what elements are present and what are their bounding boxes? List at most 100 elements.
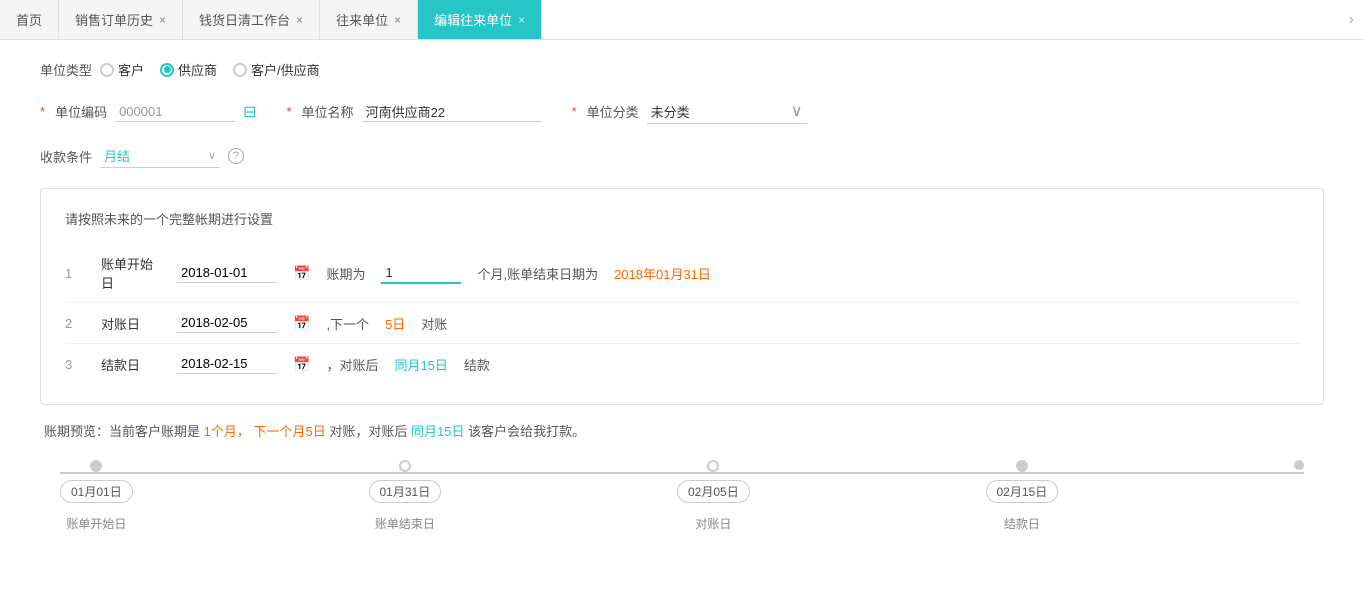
- timeline-dot-reconcile: [707, 460, 719, 472]
- name-label: 单位名称: [302, 102, 354, 121]
- radio-supplier-label: 供应商: [178, 60, 217, 79]
- period-date-input-1[interactable]: [177, 263, 277, 283]
- period-desc-2: ,下一个: [326, 314, 369, 333]
- payment-value: 月结: [104, 146, 202, 165]
- payment-chevron-icon: ∨: [208, 149, 216, 162]
- preview-part1: 1个月，: [204, 424, 250, 439]
- calendar-icon-2[interactable]: 📅: [293, 315, 310, 332]
- classify-select[interactable]: 未分类 ∨: [647, 99, 807, 124]
- unit-type-row: 单位类型 客户 供应商 客户/供应商: [40, 60, 1324, 79]
- radio-both-label: 客户/供应商: [251, 60, 320, 79]
- calendar-icon-3[interactable]: 📅: [293, 356, 310, 373]
- preview-suffix: 该客户会给我打款。: [468, 424, 585, 439]
- period-row-3: 3 结款日 📅 ，对账后 同月15日 结款: [65, 344, 1299, 384]
- timeline-badge-end-bill: 01月31日: [369, 480, 442, 503]
- name-input[interactable]: [362, 102, 542, 122]
- period-num-3: 3: [65, 357, 85, 372]
- unit-type-group: 单位类型 客户 供应商 客户/供应商: [40, 60, 320, 79]
- close-sales-history-icon[interactable]: ×: [159, 13, 166, 27]
- timeline-point-start: 01月01日 账单开始日: [60, 460, 133, 532]
- timeline-badge-reconcile: 02月05日: [677, 480, 750, 503]
- period-date-input-3[interactable]: [177, 354, 277, 374]
- tab-sales-history[interactable]: 销售订单历史 ×: [59, 0, 183, 39]
- period-label-2: 对账日: [101, 314, 161, 333]
- tab-expand-button[interactable]: ›: [1339, 0, 1364, 39]
- timeline-point-reconcile: 02月05日 对账日: [677, 460, 750, 532]
- tab-edit-partner-label: 编辑往来单位: [434, 10, 512, 29]
- help-icon[interactable]: ?: [228, 148, 244, 164]
- period-num-1: 1: [65, 266, 85, 281]
- period-end-date-1: 2018年01月31日: [614, 264, 711, 283]
- tab-edit-partner[interactable]: 编辑往来单位 ×: [418, 0, 542, 39]
- tab-bar: 首页 销售订单历史 × 钱货日清工作台 × 往来单位 × 编辑往来单位 × ›: [0, 0, 1364, 40]
- preview-prefix: 账期预览：当前客户账期是: [44, 424, 200, 439]
- payment-row: 收款条件 月结 ∨ ?: [40, 144, 1324, 168]
- period-row-2: 2 对账日 📅 ,下一个 5日 对账: [65, 303, 1299, 344]
- code-required-star: *: [40, 104, 45, 119]
- name-required-star: *: [286, 104, 291, 119]
- classify-label: 单位分类: [587, 102, 639, 121]
- period-desc2-3: 结款: [464, 355, 490, 374]
- tab-sales-history-label: 销售订单历史: [75, 10, 153, 29]
- name-group: * 单位名称: [286, 102, 541, 122]
- period-date-input-2[interactable]: [177, 313, 277, 333]
- close-partner-icon[interactable]: ×: [394, 13, 401, 27]
- period-desc-suffix-1: 个月,账单结束日期为: [477, 264, 598, 283]
- code-label: 单位编码: [55, 102, 107, 121]
- preview-section: 账期预览：当前客户账期是 1个月， 下一个月5日 对账，对账后 同月15日 该客…: [40, 421, 1324, 440]
- timeline-label-end-bill: 账单结束日: [375, 515, 435, 532]
- radio-supplier[interactable]: 供应商: [160, 60, 217, 79]
- payment-group: 收款条件 月结 ∨ ?: [40, 144, 244, 168]
- radio-both[interactable]: 客户/供应商: [233, 60, 320, 79]
- period-desc2-2: 对账: [421, 314, 447, 333]
- timeline-point-end-bill: 01月31日 账单结束日: [369, 460, 442, 532]
- timeline-label-payment: 结款日: [1004, 515, 1040, 532]
- timeline-badge-start: 01月01日: [60, 480, 133, 503]
- timeline-dot-payment: [1016, 460, 1028, 472]
- payment-select[interactable]: 月结 ∨: [100, 144, 220, 168]
- unit-type-radio-group: 客户 供应商 客户/供应商: [100, 60, 320, 79]
- timeline-end-dot: [1294, 460, 1304, 470]
- classify-chevron-icon: ∨: [791, 101, 803, 121]
- period-label-1: 账单开始日: [101, 254, 161, 292]
- radio-supplier-circle: [160, 63, 174, 77]
- period-desc-prefix-1: 账期为: [326, 264, 365, 283]
- timeline-badge-payment: 02月15日: [986, 480, 1059, 503]
- timeline-point-payment: 02月15日 结款日: [986, 460, 1059, 532]
- unit-type-label: 单位类型: [40, 60, 92, 79]
- calendar-icon-1[interactable]: 📅: [293, 265, 310, 282]
- preview-part2: 下一个月5日: [254, 424, 326, 439]
- tab-cash-work-label: 钱货日清工作台: [199, 10, 290, 29]
- radio-both-circle: [233, 63, 247, 77]
- close-cash-work-icon[interactable]: ×: [296, 13, 303, 27]
- tab-cash-work[interactable]: 钱货日清工作台 ×: [183, 0, 320, 39]
- preview-middle: 对账，对账后: [329, 424, 407, 439]
- timeline-label-reconcile: 对账日: [695, 515, 731, 532]
- timeline-dot-end-bill: [399, 460, 411, 472]
- code-input[interactable]: [115, 102, 235, 122]
- tab-home[interactable]: 首页: [0, 0, 59, 39]
- period-num-2: 2: [65, 316, 85, 331]
- code-name-row: * 单位编码 ⊟ * 单位名称 * 单位分类 未分类 ∨: [40, 99, 1324, 124]
- radio-customer-circle: [100, 63, 114, 77]
- radio-customer[interactable]: 客户: [100, 60, 144, 79]
- period-months-input[interactable]: [381, 263, 461, 284]
- radio-customer-label: 客户: [118, 60, 144, 79]
- tab-partner[interactable]: 往来单位 ×: [320, 0, 418, 39]
- timeline: 01月01日 账单开始日 01月31日 账单结束日 02月05日 对账日 02月…: [40, 460, 1324, 532]
- tab-partner-label: 往来单位: [336, 10, 388, 29]
- timeline-dot-start: [90, 460, 102, 472]
- timeline-points: 01月01日 账单开始日 01月31日 账单结束日 02月05日 对账日 02月…: [60, 460, 1304, 532]
- payment-label: 收款条件: [40, 147, 92, 166]
- close-edit-partner-icon[interactable]: ×: [518, 13, 525, 27]
- period-title: 请按照未来的一个完整帐期进行设置: [65, 209, 1299, 228]
- copy-icon[interactable]: ⊟: [243, 102, 256, 122]
- period-desc-3: ，对账后: [326, 355, 378, 374]
- period-label-3: 结款日: [101, 355, 161, 374]
- classify-value: 未分类: [651, 102, 785, 121]
- preview-part3: 同月15日: [411, 424, 464, 439]
- classify-required-star: *: [572, 104, 577, 119]
- period-box: 请按照未来的一个完整帐期进行设置 1 账单开始日 📅 账期为 个月,账单结束日期…: [40, 188, 1324, 405]
- timeline-label-start: 账单开始日: [66, 515, 126, 532]
- code-group: * 单位编码 ⊟: [40, 102, 256, 122]
